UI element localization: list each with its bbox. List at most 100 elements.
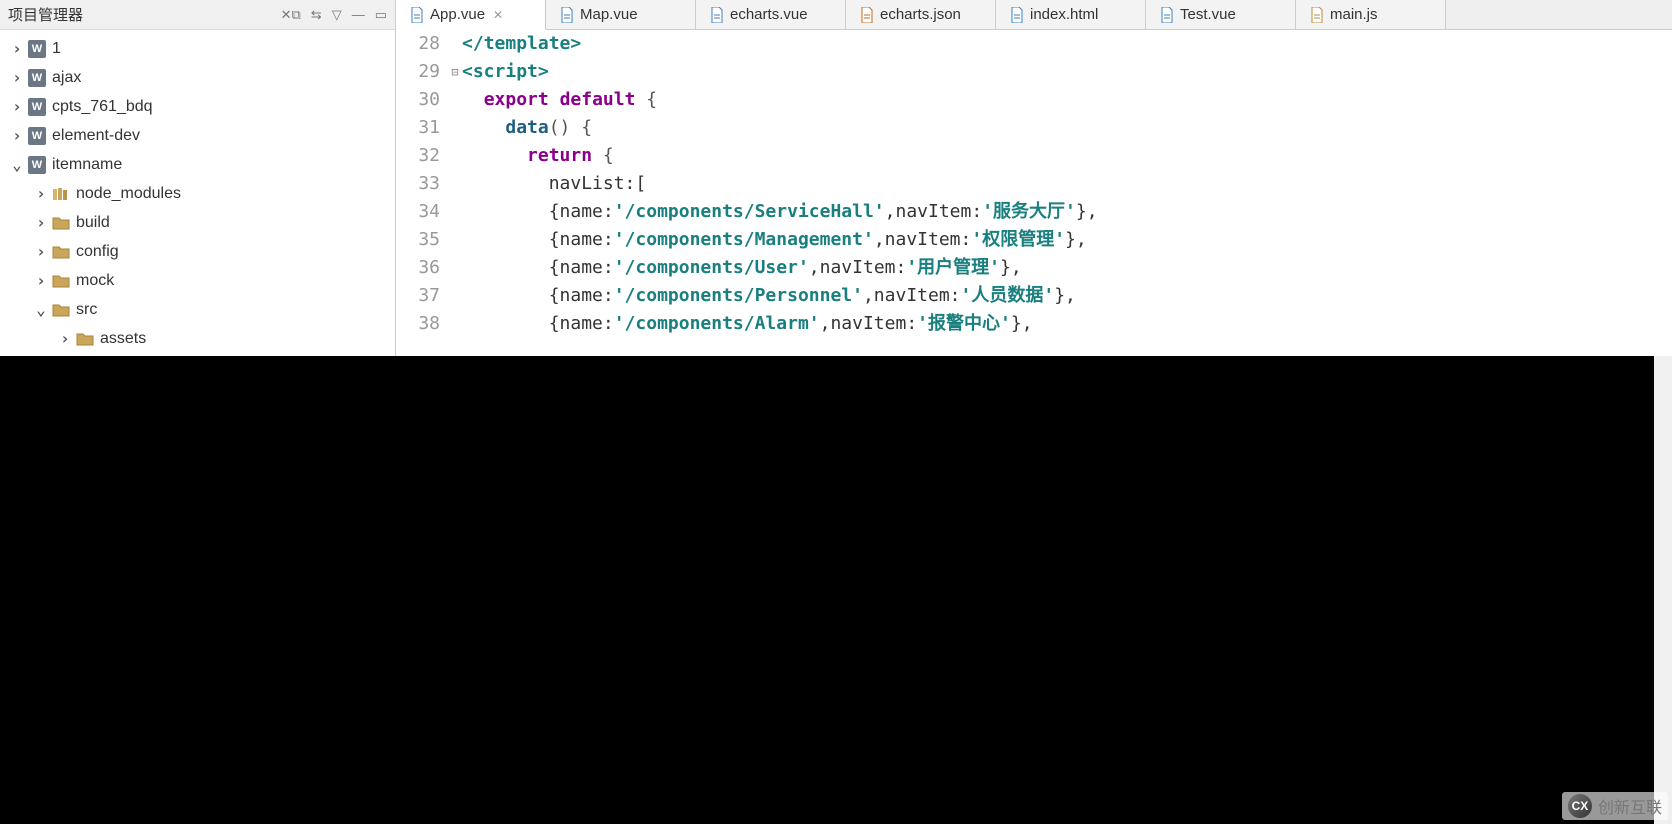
tree-item[interactable]: › node_modules xyxy=(0,179,395,208)
twisty-icon[interactable]: › xyxy=(10,97,24,116)
editor-tab[interactable]: echarts.vue xyxy=(696,0,846,29)
code-line[interactable]: data() { xyxy=(462,114,1672,142)
project-explorer-toolbar: ⧉ ⇆ ▽ — ▭ xyxy=(292,7,388,23)
fold-toggle-icon xyxy=(448,86,462,114)
watermark: CX 创新互联 xyxy=(1562,792,1668,820)
fold-toggle-icon xyxy=(448,198,462,226)
project-explorer-title: 项目管理器 xyxy=(8,4,275,25)
tree-item[interactable]: ›Wajax xyxy=(0,63,395,92)
tree-item-label: src xyxy=(76,301,97,319)
tree-item[interactable]: ›Welement-dev xyxy=(0,121,395,150)
editor-body[interactable]: 2829303132333435363738 ⊟ </template><scr… xyxy=(396,30,1672,356)
project-icon: W xyxy=(28,127,46,145)
restore-icon[interactable]: ▭ xyxy=(375,7,387,23)
code-line[interactable]: {name:'/components/Personnel',navItem:'人… xyxy=(462,282,1672,310)
file-icon xyxy=(860,8,874,22)
code-content[interactable]: </template><script> export default { dat… xyxy=(462,30,1672,356)
code-line[interactable]: {name:'/components/User',navItem:'用户管理'}… xyxy=(462,254,1672,282)
editor-tab[interactable]: echarts.json xyxy=(846,0,996,29)
tree-item[interactable]: ›W1 xyxy=(0,34,395,63)
fold-toggle-icon xyxy=(448,142,462,170)
twisty-icon[interactable]: › xyxy=(10,126,24,145)
editor-tab[interactable]: Test.vue xyxy=(1146,0,1296,29)
line-number: 35 xyxy=(396,226,440,254)
tree-item[interactable]: ›config xyxy=(0,237,395,266)
library-icon xyxy=(52,185,70,203)
tab-label: Test.vue xyxy=(1180,6,1236,23)
tree-item[interactable]: ⌄ src xyxy=(0,295,395,324)
code-line[interactable]: return { xyxy=(462,142,1672,170)
twisty-icon[interactable]: › xyxy=(58,329,72,348)
watermark-logo-icon: CX xyxy=(1568,794,1592,818)
folder-icon xyxy=(52,301,70,319)
link-editor-icon[interactable]: ⇆ xyxy=(311,7,322,23)
code-line[interactable]: navList:[ xyxy=(462,170,1672,198)
close-icon[interactable]: ✕ xyxy=(281,7,292,23)
tab-label: Map.vue xyxy=(580,6,638,23)
project-tree: ›W1›Wajax›Wcpts_761_bdq›Welement-dev⌄Wit… xyxy=(0,30,395,356)
file-icon xyxy=(560,8,574,22)
tab-label: main.js xyxy=(1330,6,1378,23)
twisty-icon[interactable]: › xyxy=(34,271,48,290)
fold-column: ⊟ xyxy=(448,30,462,356)
tab-label: index.html xyxy=(1030,6,1098,23)
folder-icon xyxy=(76,330,94,348)
file-icon xyxy=(1010,8,1024,22)
project-explorer-header: 项目管理器 ✕ ⧉ ⇆ ▽ — ▭ xyxy=(0,0,395,30)
tree-item-label: 1 xyxy=(52,40,61,58)
code-line[interactable]: </template> xyxy=(462,30,1672,58)
fold-toggle-icon xyxy=(448,30,462,58)
twisty-icon[interactable]: › xyxy=(34,242,48,261)
tree-item[interactable]: › mock xyxy=(0,266,395,295)
line-number: 34 xyxy=(396,198,440,226)
collapse-all-icon[interactable]: ⧉ xyxy=(292,7,301,23)
editor-tab[interactable]: Map.vue xyxy=(546,0,696,29)
line-number: 36 xyxy=(396,254,440,282)
twisty-icon[interactable]: › xyxy=(10,68,24,87)
tab-close-icon[interactable]: ✕ xyxy=(493,8,503,22)
tab-label: echarts.json xyxy=(880,6,961,23)
editor-tab[interactable]: main.js xyxy=(1296,0,1446,29)
tree-item-label: ajax xyxy=(52,69,81,87)
editor-tab[interactable]: index.html xyxy=(996,0,1146,29)
minimize-icon[interactable]: — xyxy=(352,7,365,22)
fold-toggle-icon[interactable]: ⊟ xyxy=(448,58,462,86)
file-icon xyxy=(1160,8,1174,22)
code-line[interactable]: {name:'/components/Management',navItem:'… xyxy=(462,226,1672,254)
file-icon xyxy=(1310,8,1324,22)
code-line[interactable]: export default { xyxy=(462,86,1672,114)
code-line[interactable]: {name:'/components/Alarm',navItem:'报警中心'… xyxy=(462,310,1672,338)
twisty-icon[interactable]: › xyxy=(10,39,24,58)
file-icon xyxy=(710,8,724,22)
editor-tab[interactable]: App.vue ✕ xyxy=(396,0,546,30)
tree-item[interactable]: ⌄Witemname xyxy=(0,150,395,179)
line-number: 33 xyxy=(396,170,440,198)
folder-icon xyxy=(52,243,70,261)
tree-item-label: cpts_761_bdq xyxy=(52,98,153,116)
line-number-gutter: 2829303132333435363738 xyxy=(396,30,448,356)
view-menu-icon[interactable]: ▽ xyxy=(332,7,342,23)
fold-toggle-icon xyxy=(448,310,462,338)
fold-toggle-icon xyxy=(448,282,462,310)
editor-tabs: App.vue ✕ Map.vue echarts.vue echarts.json in… xyxy=(396,0,1672,30)
tree-item[interactable]: ›build xyxy=(0,208,395,237)
twisty-icon[interactable]: › xyxy=(34,184,48,203)
project-icon: W xyxy=(28,69,46,87)
twisty-icon[interactable]: ⌄ xyxy=(10,155,24,174)
tree-item[interactable]: ›Wcpts_761_bdq xyxy=(0,92,395,121)
line-number: 30 xyxy=(396,86,440,114)
twisty-icon[interactable]: › xyxy=(34,213,48,232)
folder-icon xyxy=(52,214,70,232)
twisty-icon[interactable]: ⌄ xyxy=(34,300,48,319)
watermark-text: 创新互联 xyxy=(1598,794,1662,818)
line-number: 29 xyxy=(396,58,440,86)
fold-toggle-icon xyxy=(448,114,462,142)
fold-toggle-icon xyxy=(448,254,462,282)
code-line[interactable]: {name:'/components/ServiceHall',navItem:… xyxy=(462,198,1672,226)
tree-item[interactable]: ›assets xyxy=(0,324,395,353)
tree-item-label: mock xyxy=(76,272,114,290)
tree-item-label: node_modules xyxy=(76,185,181,203)
tab-label: App.vue xyxy=(430,6,485,23)
code-line[interactable]: <script> xyxy=(462,58,1672,86)
folder-icon xyxy=(52,272,70,290)
